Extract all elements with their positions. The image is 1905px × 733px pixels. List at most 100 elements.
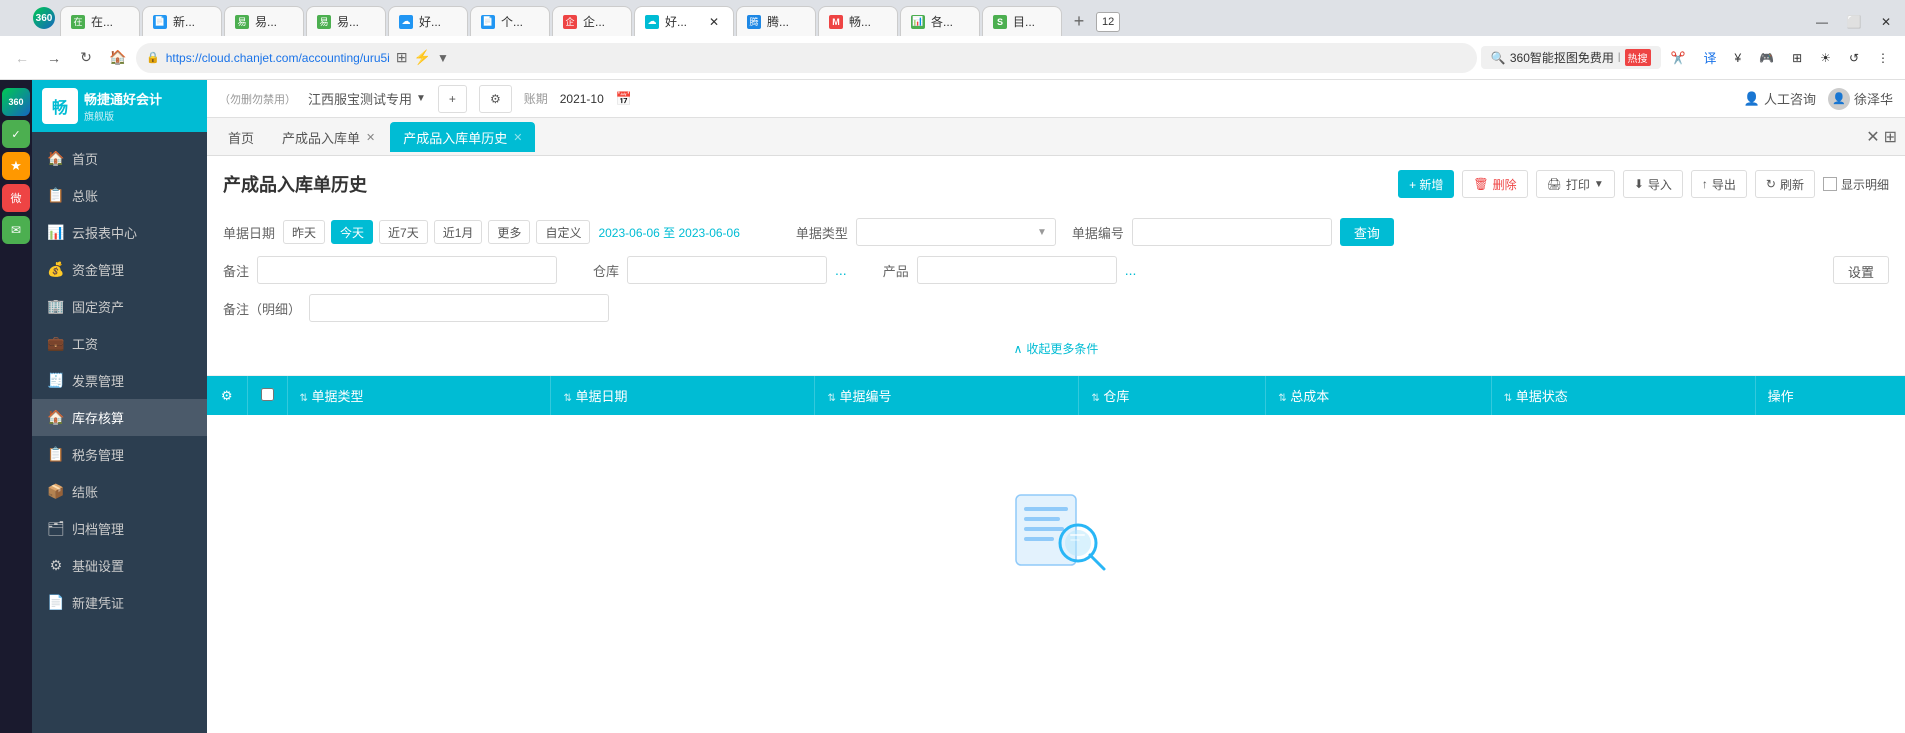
add-org-button[interactable]: +	[438, 85, 467, 113]
tab-畅[interactable]: M 畅...	[818, 6, 898, 36]
tab-在[interactable]: 在 在...	[60, 6, 140, 36]
detail-note-input[interactable]	[309, 294, 609, 322]
warehouse-dots[interactable]: ...	[835, 262, 847, 278]
date-more[interactable]: 更多	[488, 220, 530, 244]
reload-button[interactable]: ↻	[72, 44, 100, 72]
yuan-tool[interactable]: ¥	[1726, 44, 1749, 72]
sidebar-item-tax[interactable]: 📋 税务管理	[32, 436, 207, 473]
sidebar-item-general-ledger[interactable]: 📋 总账	[32, 177, 207, 214]
translate-tool[interactable]: 译	[1695, 44, 1724, 72]
tab-close-好2[interactable]: ✕	[705, 13, 723, 31]
page-header: 产成品入库单历史 + 新增 🗑 删除 🖨 打印 ▼	[207, 156, 1905, 208]
game-tool[interactable]: 🎮	[1751, 44, 1782, 72]
product-dots[interactable]: ...	[1125, 262, 1137, 278]
sidebar-item-inventory[interactable]: 🏠 库存核算	[32, 399, 207, 436]
export-button[interactable]: ↑ 导出	[1691, 170, 1747, 198]
type-select[interactable]: ▼	[856, 218, 1056, 246]
th-total-cost[interactable]: ⇅ 总成本	[1266, 376, 1491, 415]
sidebar-item-finance[interactable]: 💰 资金管理	[32, 251, 207, 288]
query-button[interactable]: 查询	[1340, 218, 1394, 246]
sidebar-item-closing[interactable]: 📦 结账	[32, 473, 207, 510]
tab-新[interactable]: 📄 新...	[142, 6, 222, 36]
sidebar-item-invoices[interactable]: 🧾 发票管理	[32, 362, 207, 399]
date-7days[interactable]: 近7天	[379, 220, 428, 244]
tab-icon-易1: 易	[235, 15, 249, 29]
note-input[interactable]	[257, 256, 557, 284]
date-yesterday[interactable]: 昨天	[283, 220, 325, 244]
sidebar-item-new-bill[interactable]: 📄 新建凭证	[32, 584, 207, 621]
theme-tool[interactable]: ☀	[1812, 44, 1839, 72]
tab-腾[interactable]: 腾 腾...	[736, 6, 816, 36]
display-checkbox[interactable]	[1823, 177, 1837, 191]
expand-button[interactable]: ⊞	[1884, 127, 1897, 147]
green-circle-icon[interactable]: ✓	[2, 120, 30, 148]
refresh-tool[interactable]: ↺	[1841, 44, 1867, 72]
sidebar-item-payroll[interactable]: 💼 工资	[32, 325, 207, 362]
settings-button[interactable]: 设置	[1833, 256, 1889, 284]
select-all-checkbox[interactable]	[261, 388, 274, 401]
back-button[interactable]: ←	[8, 44, 36, 72]
tab-易1[interactable]: 易 易...	[224, 6, 304, 36]
print-button[interactable]: 🖨 打印 ▼	[1536, 170, 1615, 198]
sidebar-item-basic-settings[interactable]: ⚙ 基础设置	[32, 547, 207, 584]
import-button[interactable]: ⬇ 导入	[1623, 170, 1683, 198]
tab-home[interactable]: 首页	[215, 122, 267, 152]
sidebar-item-home[interactable]: 🏠 首页	[32, 140, 207, 177]
tab-history-close[interactable]: ✕	[513, 131, 522, 144]
tab-目[interactable]: S 目...	[982, 6, 1062, 36]
collapse-more-button[interactable]: ∧ 收起更多条件	[223, 332, 1889, 365]
org-settings-button[interactable]: ⚙	[479, 85, 512, 113]
date-custom[interactable]: 自定义	[536, 220, 590, 244]
new-tab-button[interactable]: +	[1064, 6, 1094, 36]
product-input[interactable]	[917, 256, 1117, 284]
forward-button[interactable]: →	[40, 44, 68, 72]
tab-易2[interactable]: 易 易...	[306, 6, 386, 36]
weibo-icon[interactable]: 微	[2, 184, 30, 212]
address-bar[interactable]: 🔒 https://cloud.chanjet.com/accounting/u…	[136, 43, 1477, 73]
close-button[interactable]: ✕	[1871, 12, 1901, 32]
date-1month[interactable]: 近1月	[434, 220, 483, 244]
close-panel-button[interactable]: ✕	[1866, 127, 1879, 147]
th-gear[interactable]: ⚙	[207, 376, 247, 415]
tab-企[interactable]: 企 企...	[552, 6, 632, 36]
calendar-icon[interactable]: 📅	[616, 91, 632, 107]
sidebar-item-reports[interactable]: 📊 云报表中心	[32, 214, 207, 251]
browser-window: 360 在 在... 📄 新... 易 易... 易 易... ☁ 好... 📄…	[0, 0, 1905, 733]
delete-button[interactable]: 🗑 删除	[1462, 170, 1527, 198]
tab-title-在: 在...	[91, 13, 129, 30]
apps-tool[interactable]: ⊞	[1784, 44, 1810, 72]
refresh-button[interactable]: ↻ 刷新	[1755, 170, 1815, 198]
date-today[interactable]: 今天	[331, 220, 373, 244]
user-info[interactable]: 👤 徐泽华	[1828, 88, 1893, 110]
new-button[interactable]: + 新增	[1398, 170, 1454, 198]
maximize-button[interactable]: ⬜	[1839, 12, 1869, 32]
settings-nav-tool[interactable]: ⋮	[1869, 44, 1897, 72]
th-date[interactable]: ⇅ 单据日期	[551, 376, 815, 415]
tab-各[interactable]: 📊 各...	[900, 6, 980, 36]
th-number[interactable]: ⇅ 单据编号	[815, 376, 1079, 415]
tab-个[interactable]: 📄 个...	[470, 6, 550, 36]
tab-list-close[interactable]: ✕	[366, 131, 375, 144]
th-status[interactable]: ⇅ 单据状态	[1491, 376, 1755, 415]
sidebar-item-fixed-assets[interactable]: 🏢 固定资产	[32, 288, 207, 325]
mail-icon[interactable]: ✉	[2, 216, 30, 244]
address-dropdown-icon[interactable]: ▼	[437, 51, 449, 65]
minimize-button[interactable]: —	[1807, 12, 1837, 32]
warehouse-input[interactable]	[627, 256, 827, 284]
360-icon[interactable]: 360	[2, 88, 30, 116]
star-icon[interactable]: ★	[2, 152, 30, 180]
sidebar-item-archive[interactable]: 🗂 归档管理	[32, 510, 207, 547]
home-nav-button[interactable]: 🏠	[104, 44, 132, 72]
number-input[interactable]	[1132, 218, 1332, 246]
tab-list[interactable]: 产成品入库单 ✕	[269, 122, 388, 152]
tab-history[interactable]: 产成品入库单历史 ✕	[390, 122, 535, 152]
th-checkbox[interactable]	[247, 376, 287, 415]
help-button[interactable]: 👤 人工咨询	[1744, 89, 1816, 108]
org-selector[interactable]: 江西服宝测试专用 ▼	[308, 89, 426, 108]
tab-好2-active[interactable]: ☁ 好... ✕	[634, 6, 734, 36]
th-type[interactable]: ⇅ 单据类型	[287, 376, 551, 415]
scissors-tool[interactable]: ✂️	[1663, 44, 1694, 72]
tab-好1[interactable]: ☁ 好...	[388, 6, 468, 36]
display-toggle[interactable]: 显示明细	[1823, 176, 1889, 193]
th-warehouse[interactable]: ⇅ 仓库	[1079, 376, 1266, 415]
